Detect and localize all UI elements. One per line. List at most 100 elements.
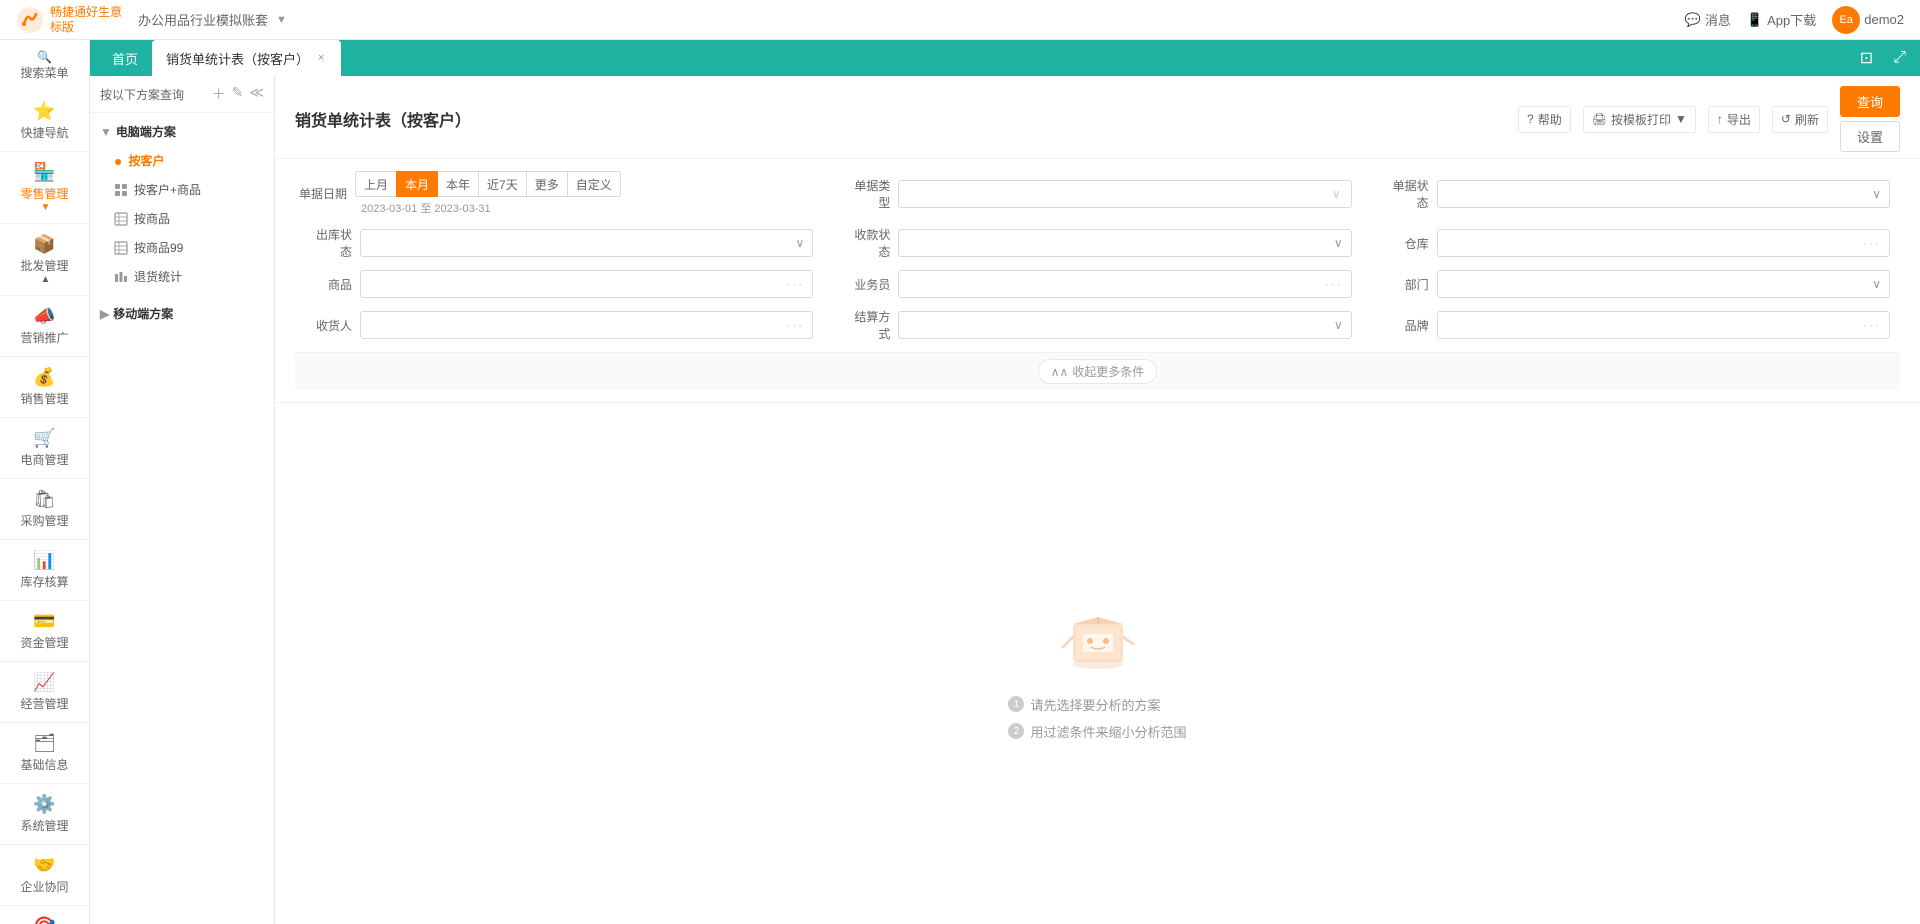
collapse-bar: ∧∧ 收起更多条件 <box>295 352 1900 390</box>
top-header: 畅捷通好生意 标版 办公用品行业模拟账套 ▼ 💬 消息 📱 App下载 Ea d… <box>0 0 1920 40</box>
order-type-select[interactable]: ∨ <box>898 180 1351 208</box>
date-btn-this-year[interactable]: 本年 <box>437 171 479 197</box>
scheme-by-product[interactable]: 按商品 <box>90 204 274 233</box>
filter-brand-label: 品牌 <box>1382 317 1437 334</box>
mobile-scheme-group: ▶ 移动端方案 <box>90 295 274 332</box>
tab-active[interactable]: 销货单统计表（按客户） × <box>152 40 341 76</box>
settings-btn[interactable]: 设置 <box>1840 121 1900 152</box>
export-icon: ↑ <box>1717 112 1723 126</box>
sidebar-item-finance[interactable]: 💳 资金管理 <box>0 601 89 662</box>
header-left: 畅捷通好生意 标版 办公用品行业模拟账套 ▼ <box>16 5 287 34</box>
app-download-action[interactable]: 📱 App下载 <box>1747 10 1816 29</box>
sidebar-item-system[interactable]: ⚙️ 系统管理 <box>0 784 89 845</box>
date-btn-last-month[interactable]: 上月 <box>355 171 397 197</box>
print-dropdown-icon: ▼ <box>1675 112 1687 126</box>
filter-recipient-label: 收货人 <box>305 317 360 334</box>
date-btn-this-month[interactable]: 本月 <box>396 171 438 197</box>
header-title: 办公用品行业模拟账套 <box>138 10 268 29</box>
avatar: Ea <box>1832 6 1860 34</box>
panel-header-btns: ＋ ✎ ≪ <box>212 84 264 104</box>
message-action[interactable]: 💬 消息 <box>1685 10 1731 29</box>
scheme-by-customer[interactable]: ● 按客户 <box>90 146 274 175</box>
collapse-btn[interactable]: ∧∧ 收起更多条件 <box>1038 359 1158 384</box>
tab-home[interactable]: 首页 <box>98 40 152 76</box>
filter-order-type-label: 单据类型 <box>843 177 898 211</box>
mobile-group-expand-icon: ▶ <box>100 307 109 321</box>
tab-bar-actions: ⊡ ⤢ <box>1854 46 1912 70</box>
scheme-product99-icon <box>114 241 128 255</box>
brand-more-icon: ··· <box>1863 318 1881 332</box>
phone-icon: 📱 <box>1747 12 1763 28</box>
date-btn-custom[interactable]: 自定义 <box>567 171 621 197</box>
recipient-select[interactable]: ··· <box>360 311 813 339</box>
filter-product-cell: 商品 ··· <box>295 270 823 298</box>
scheme-refund-stats[interactable]: 退货统计 <box>90 262 274 291</box>
warehouse-select[interactable]: ··· <box>1437 229 1890 257</box>
filter-row-2: 出库状态 ∨ 收款状态 ∨ <box>295 226 1900 260</box>
stock-status-select[interactable]: ∨ <box>360 229 813 257</box>
scheme-by-product99[interactable]: 按商品99 <box>90 233 274 262</box>
refresh-btn[interactable]: ↺ 刷新 <box>1772 106 1828 133</box>
filter-payment-label: 收款状态 <box>843 226 898 260</box>
header-dropdown[interactable]: ▼ <box>276 14 287 26</box>
edit-scheme-btn[interactable]: ✎ <box>232 84 244 104</box>
wholesale-icon: 📦 <box>33 234 55 255</box>
sidebar-item-purchase[interactable]: 🛍 采购管理 <box>0 479 89 540</box>
query-btn[interactable]: 查询 <box>1840 86 1900 117</box>
settlement-select[interactable]: ∨ <box>898 311 1351 339</box>
brand-select[interactable]: ··· <box>1437 311 1890 339</box>
help-btn[interactable]: ? 帮助 <box>1518 106 1571 133</box>
date-btn-more[interactable]: 更多 <box>526 171 568 197</box>
newbie-icon: 🎯 <box>33 916 55 924</box>
scheme-by-customer-product[interactable]: 按客户+商品 <box>90 175 274 204</box>
payment-status-select[interactable]: ∨ <box>898 229 1351 257</box>
filter-brand-cell: 品牌 ··· <box>1372 308 1900 342</box>
filter-stock-label: 出库状态 <box>305 226 360 260</box>
filter-salesperson-label: 业务员 <box>843 276 898 293</box>
filter-warehouse-cell: 仓库 ··· <box>1372 226 1900 260</box>
sidebar-item-newbie[interactable]: 🎯 新手引导 <box>0 906 89 924</box>
date-btn-7days[interactable]: 近7天 <box>478 171 527 197</box>
sidebar-item-wholesale[interactable]: 📦 批发管理 ▲ <box>0 224 89 296</box>
desktop-scheme-group: ▼ 电脑端方案 ● 按客户 按客户+商品 <box>90 113 274 295</box>
sidebar-item-quicknav[interactable]: ⭐ 快捷导航 <box>0 91 89 152</box>
sidebar-item-search[interactable]: 🔍 搜索菜单 <box>0 40 89 91</box>
salesperson-select[interactable]: ··· <box>898 270 1351 298</box>
filter-row-1: 单据日期 上月 本月 本年 近7天 更多 自定义 20 <box>295 171 1900 216</box>
logo-text: 畅捷通好生意 标版 <box>50 5 122 34</box>
sidebar-item-ecommerce[interactable]: 🛒 电商管理 <box>0 418 89 479</box>
tab-maximize-btn[interactable]: ⤢ <box>1887 47 1912 69</box>
sidebar-item-sales[interactable]: 💰 销售管理 <box>0 357 89 418</box>
logo-area: 畅捷通好生意 标版 <box>16 5 122 34</box>
tab-close-btn[interactable]: × <box>315 51 327 65</box>
settlement-dropdown-icon: ∨ <box>1334 318 1343 332</box>
print-btn[interactable]: 🖨 按模板打印 ▼ <box>1583 106 1696 133</box>
order-status-select[interactable]: ∨ <box>1437 180 1890 208</box>
product-select[interactable]: ··· <box>360 270 813 298</box>
logo-icon <box>16 6 44 34</box>
sidebar-item-marketing[interactable]: 📣 营销推广 <box>0 296 89 357</box>
ecommerce-icon: 🛒 <box>33 428 55 449</box>
filter-warehouse-label: 仓库 <box>1382 235 1437 252</box>
filter-date-label: 单据日期 <box>295 185 355 202</box>
sidebar-item-basic[interactable]: 🗂 基础信息 <box>0 723 89 784</box>
cooperation-icon: 🤝 <box>33 855 55 876</box>
desktop-group-title[interactable]: ▼ 电脑端方案 <box>90 117 274 146</box>
department-select[interactable]: ∨ <box>1437 270 1890 298</box>
sidebar-item-retail[interactable]: 🏪 零售管理 ▼ <box>0 152 89 224</box>
add-scheme-btn[interactable]: ＋ <box>212 84 226 104</box>
tab-restore-btn[interactable]: ⊡ <box>1854 46 1879 70</box>
scheme-customer-icon: ● <box>114 153 122 169</box>
sidebar-item-inventory[interactable]: 📊 库存核算 <box>0 540 89 601</box>
scheme-refund-icon <box>114 270 128 284</box>
page-title: 销货单统计表（按客户） <box>295 107 471 131</box>
collapse-panel-btn[interactable]: ≪ <box>249 84 264 104</box>
sidebar-item-cooperation[interactable]: 🤝 企业协同 <box>0 845 89 906</box>
print-icon: 🖨 <box>1592 112 1607 126</box>
sidebar-item-operations[interactable]: 📈 经营管理 <box>0 662 89 723</box>
mobile-group-title[interactable]: ▶ 移动端方案 <box>90 299 274 328</box>
user-menu[interactable]: Ea demo2 <box>1832 6 1904 34</box>
page-actions: ? 帮助 🖨 按模板打印 ▼ ↑ 导出 ↺ <box>1518 86 1900 152</box>
recipient-more-icon: ··· <box>786 318 804 332</box>
export-btn[interactable]: ↑ 导出 <box>1708 106 1760 133</box>
